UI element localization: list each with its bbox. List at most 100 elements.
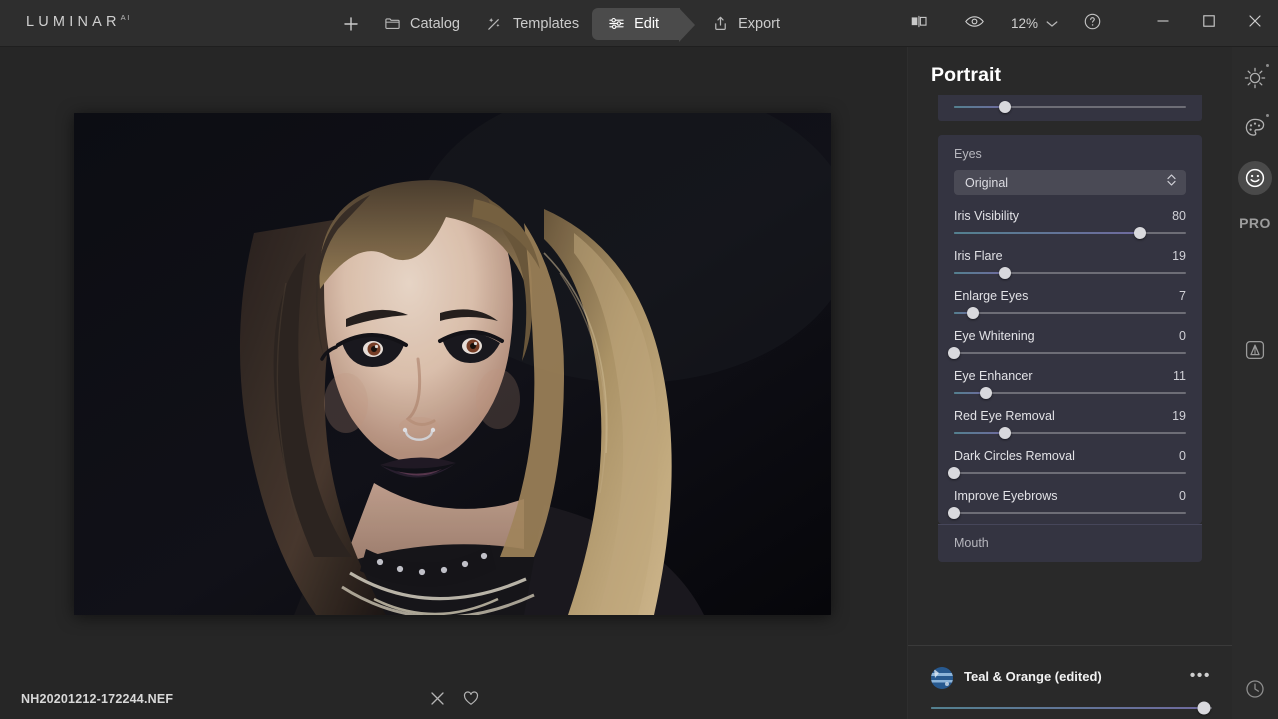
- slider-knob[interactable]: [999, 101, 1012, 113]
- slider-track[interactable]: [954, 101, 1186, 113]
- compare-button[interactable]: [897, 0, 941, 47]
- slider-value: 19: [1172, 409, 1186, 423]
- slider-label: Eye Whitening: [954, 329, 1035, 343]
- slider-track[interactable]: [954, 427, 1186, 439]
- smiley-icon: [1238, 161, 1272, 195]
- slider-row: Improve Eyebrows 0: [948, 484, 1186, 524]
- slider-row: Iris Flare 19: [954, 244, 1186, 284]
- help-button[interactable]: [1070, 0, 1114, 47]
- rail-item-local-masking[interactable]: [1232, 332, 1278, 372]
- slider-value: 0: [1179, 449, 1186, 463]
- look-amount-slider[interactable]: [931, 701, 1212, 715]
- eyes-preset-dropdown[interactable]: Original: [954, 170, 1186, 195]
- favorite-button[interactable]: [461, 691, 481, 711]
- slider-row: Red Eye Removal 19: [954, 404, 1186, 444]
- eyes-slider-list: Iris Visibility 80 Iris Flare 19 Enlarge Eye…: [948, 204, 1186, 524]
- mouth-section-header[interactable]: Mouth: [938, 525, 1202, 562]
- window-maximize-button[interactable]: [1186, 0, 1232, 47]
- rail-item-portrait[interactable]: [1232, 153, 1278, 203]
- slider-fill: [931, 707, 1204, 709]
- tab-edit-label: Edit: [634, 15, 660, 32]
- zoom-level-control[interactable]: 12%: [997, 16, 1070, 31]
- share-upload-icon: [711, 15, 729, 33]
- status-dot: [1266, 114, 1269, 117]
- heart-icon: [463, 691, 479, 711]
- chevron-updown-icon: [1166, 173, 1177, 192]
- rail-item-creative[interactable]: [1232, 103, 1278, 153]
- slider-label: Iris Flare: [954, 249, 1003, 263]
- slider-row: Enlarge Eyes 7: [954, 284, 1186, 324]
- image-canvas: [0, 47, 908, 682]
- slider-track[interactable]: [948, 347, 1186, 359]
- slider-value: 11: [1173, 369, 1186, 383]
- pro-label: PRO: [1239, 215, 1271, 231]
- rail-item-professional[interactable]: PRO: [1232, 203, 1278, 243]
- maximize-icon: [1202, 14, 1216, 33]
- look-thumbnail[interactable]: [931, 667, 953, 689]
- scrolled-slider-peek[interactable]: [938, 95, 1202, 121]
- slider-value: 7: [1179, 289, 1186, 303]
- slider-knob[interactable]: [966, 307, 979, 319]
- slider-knob[interactable]: [948, 507, 960, 519]
- app-logo-text: LUMINAR: [26, 13, 121, 30]
- rail-item-essentials[interactable]: [1232, 53, 1278, 103]
- slider-track[interactable]: [954, 307, 1186, 319]
- eyes-preset-value: Original: [965, 175, 1009, 190]
- slider-track[interactable]: [948, 507, 1186, 519]
- help-circle-icon: [1083, 12, 1102, 36]
- slider-track[interactable]: [954, 267, 1186, 279]
- slider-knob[interactable]: [999, 427, 1012, 439]
- window-minimize-button[interactable]: [1140, 0, 1186, 47]
- window-controls-group: 12%: [897, 0, 1278, 47]
- slider-track[interactable]: [948, 467, 1186, 479]
- look-thumbnail-image: [931, 667, 953, 689]
- portrait-photo[interactable]: [74, 113, 831, 615]
- mouth-section-label: Mouth: [954, 536, 989, 550]
- luminar-ai-window: LUMINARAI Catalog Templates Edit Export …: [0, 0, 1278, 719]
- slider-label: Improve Eyebrows: [954, 489, 1058, 503]
- slider-knob[interactable]: [980, 387, 993, 399]
- add-button[interactable]: [332, 9, 370, 39]
- slider-track[interactable]: [931, 701, 1212, 715]
- portrait-photo-render: [74, 113, 831, 615]
- slider-label: Enlarge Eyes: [954, 289, 1029, 303]
- slider-row: Iris Visibility 80: [954, 204, 1186, 244]
- preview-toggle-button[interactable]: [953, 0, 997, 47]
- tab-export[interactable]: Export: [698, 8, 793, 40]
- slider-row: Dark Circles Removal 0: [948, 444, 1186, 484]
- slider-knob[interactable]: [948, 467, 960, 479]
- slider-label: Eye Enhancer: [954, 369, 1033, 383]
- tab-catalog[interactable]: Catalog: [370, 8, 473, 40]
- slider-fill: [954, 272, 1006, 274]
- tab-catalog-label: Catalog: [410, 15, 460, 32]
- slider-fill: [954, 432, 1006, 434]
- slider-row: Eye Enhancer 11: [954, 364, 1186, 404]
- slider-value: 0: [1179, 489, 1186, 503]
- top-toolbar: LUMINARAI Catalog Templates Edit Export …: [0, 0, 1278, 47]
- window-close-button[interactable]: [1232, 0, 1278, 47]
- slider-knob[interactable]: [948, 347, 960, 359]
- tab-edit[interactable]: Edit: [592, 7, 696, 42]
- current-filename: NH20201212-172244.NEF: [21, 692, 174, 706]
- slider-knob[interactable]: [1197, 701, 1211, 715]
- zoom-level-value: 12%: [1010, 16, 1038, 31]
- app-logo: LUMINARAI: [26, 13, 131, 30]
- local-masking-icon: [1243, 338, 1267, 367]
- look-options-button[interactable]: •••: [1190, 668, 1211, 684]
- slider-track[interactable]: [954, 387, 1186, 399]
- reject-button[interactable]: [427, 691, 447, 711]
- eyes-section-label: Eyes: [954, 147, 982, 161]
- status-dot: [1266, 64, 1269, 67]
- more-dots-icon: •••: [1189, 667, 1211, 684]
- folder-icon: [383, 15, 401, 33]
- close-icon: [430, 691, 445, 711]
- slider-knob[interactable]: [999, 267, 1012, 279]
- panel-title: Portrait: [931, 64, 1002, 86]
- rail-item-history[interactable]: [1232, 671, 1278, 711]
- slider-knob[interactable]: [1133, 227, 1146, 239]
- tab-templates[interactable]: Templates: [473, 8, 592, 40]
- plus-icon: [342, 15, 360, 33]
- panel-scroll-area[interactable]: Eyes Original Iris Visibility 80 Iris Flar…: [908, 95, 1232, 612]
- looks-footer: Teal & Orange (edited) •••: [908, 645, 1232, 719]
- slider-track[interactable]: [954, 227, 1186, 239]
